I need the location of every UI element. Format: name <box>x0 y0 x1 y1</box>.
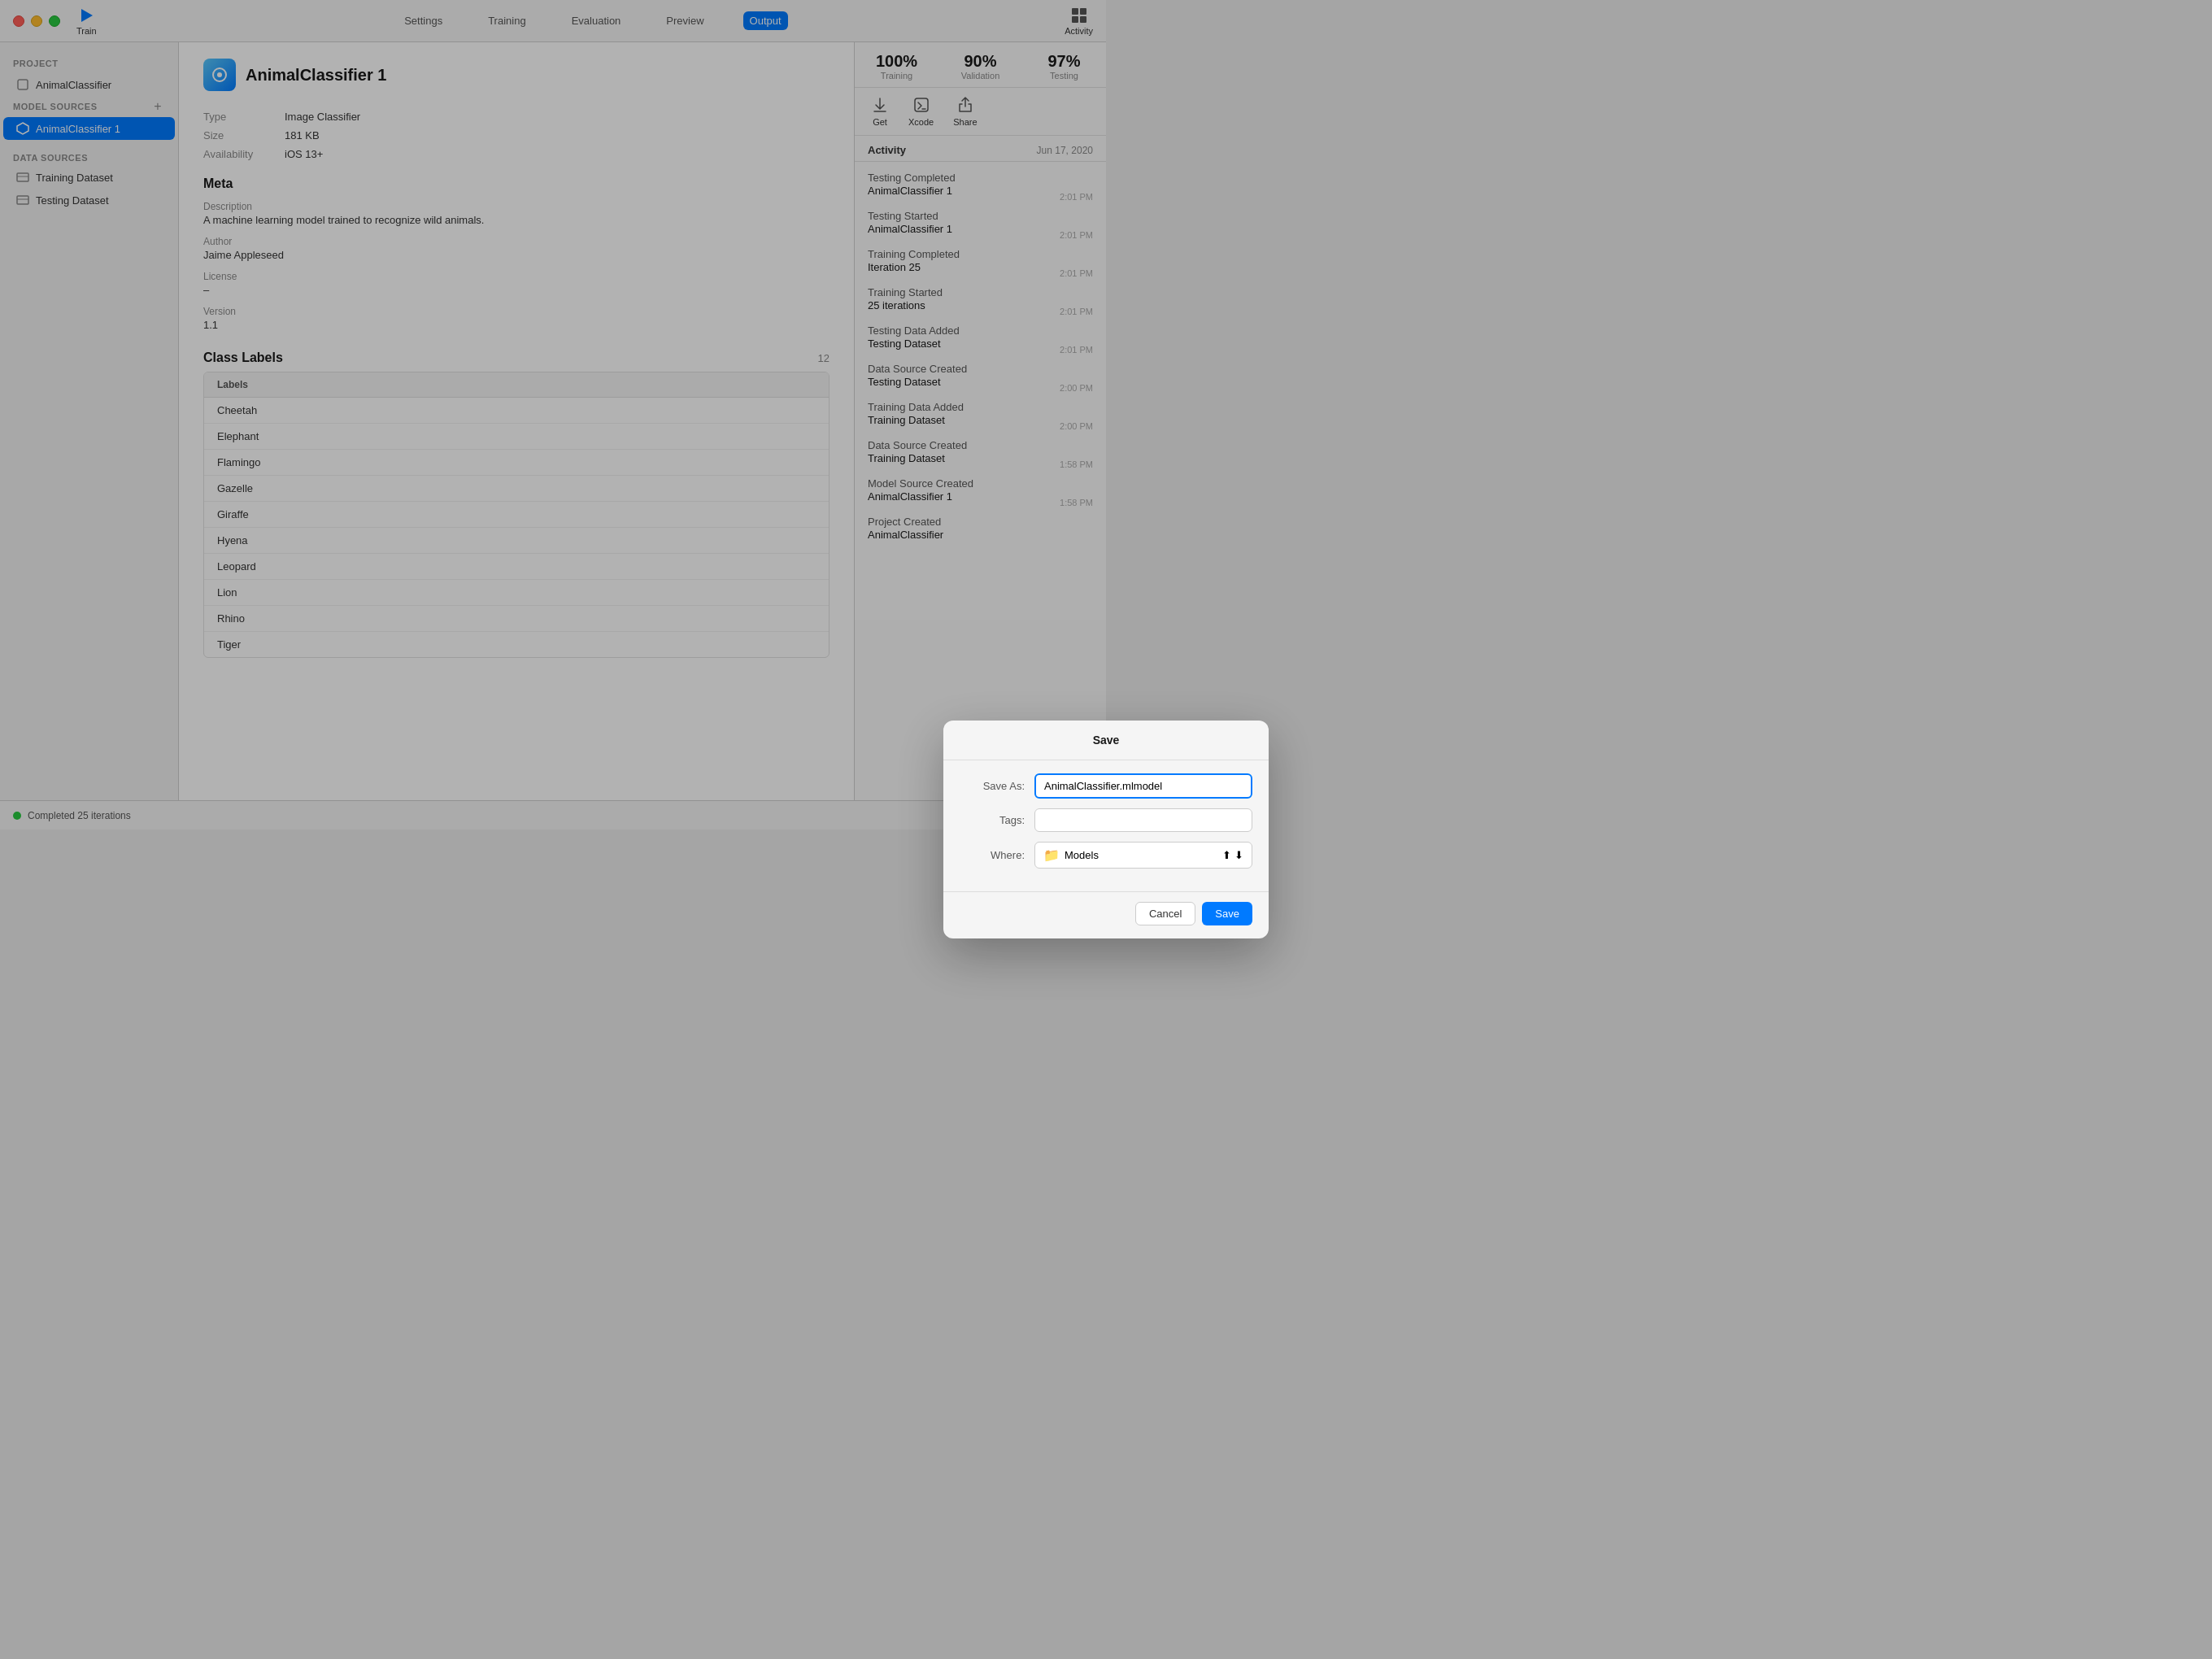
modal-title: Save <box>943 721 1106 760</box>
save-as-input[interactable] <box>1034 773 1106 799</box>
save-as-label: Save As: <box>960 780 1025 792</box>
tags-row: Tags: <box>960 808 1106 830</box>
tags-input[interactable] <box>1034 808 1106 830</box>
tags-label: Tags: <box>960 814 1025 826</box>
save-as-row: Save As: <box>960 773 1106 799</box>
modal-overlay: Save Save As: Tags: Where: 📁 Models ⬆ <box>0 0 1106 830</box>
modal-body: Save As: Tags: Where: 📁 Models ⬆ ⬇ <box>943 760 1106 830</box>
save-modal: Save Save As: Tags: Where: 📁 Models ⬆ <box>943 721 1106 830</box>
